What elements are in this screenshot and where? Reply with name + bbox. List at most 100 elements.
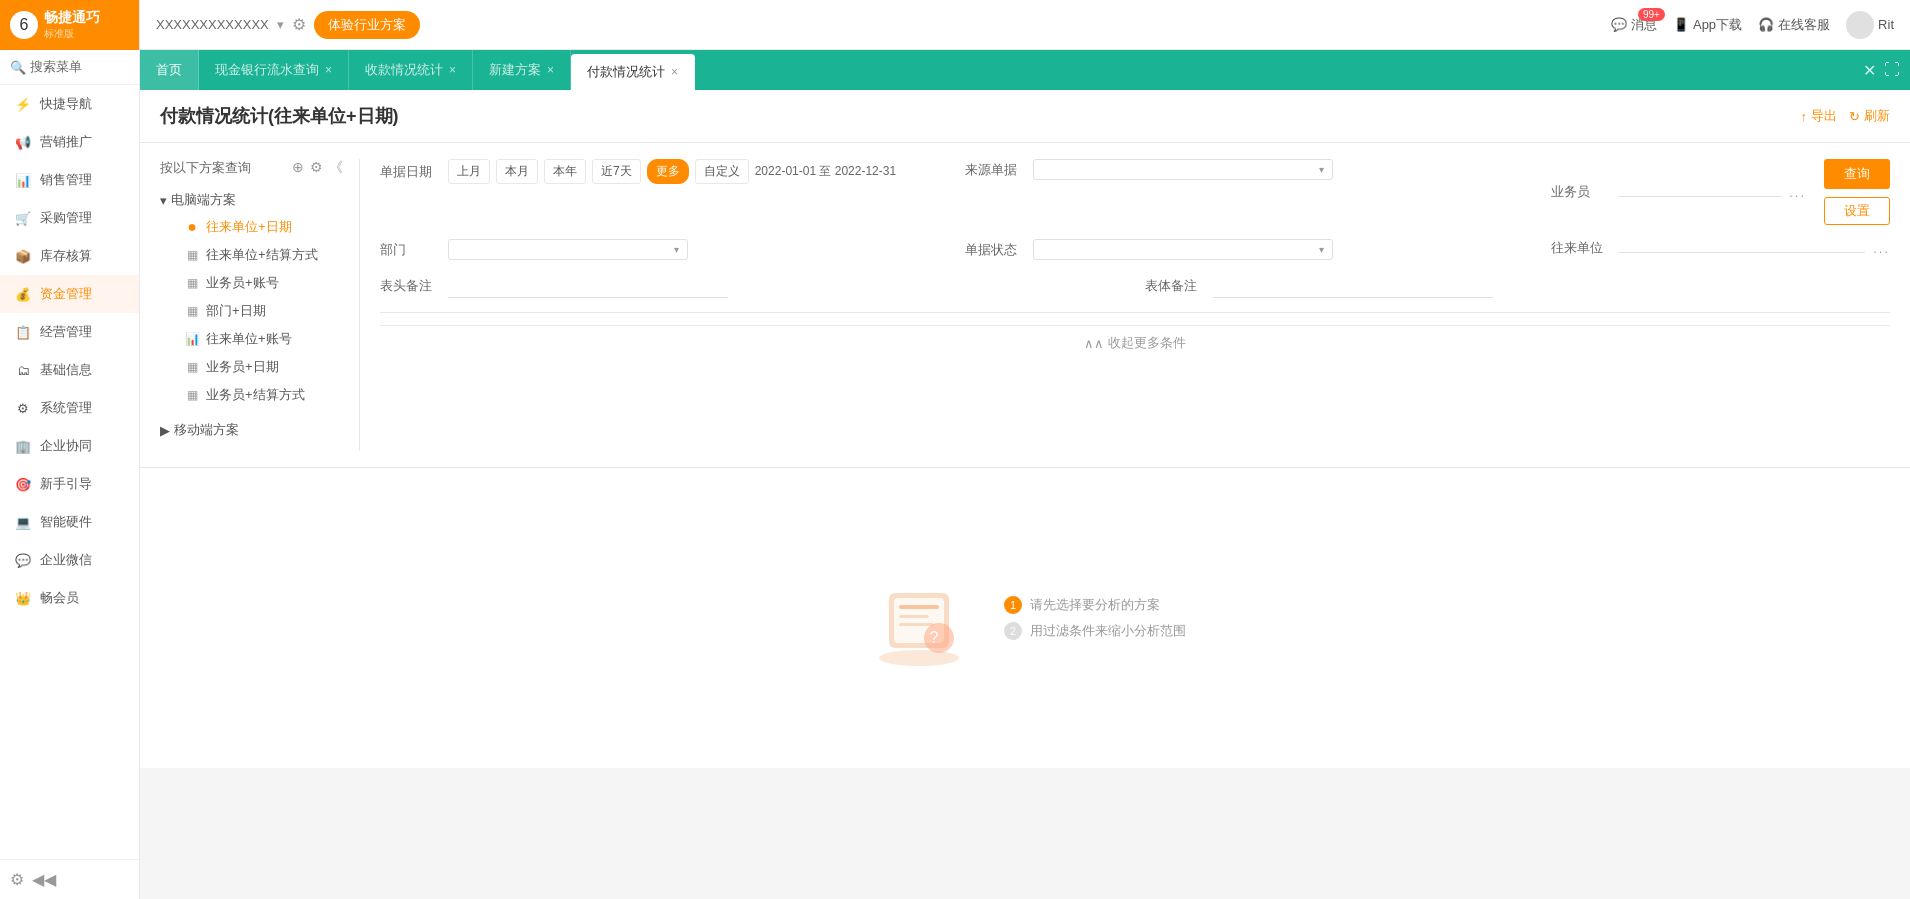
tab-home-label: 首页 [156,61,182,79]
scheme-item-salesman-settle[interactable]: ▦ 业务员+结算方式 [176,381,343,409]
page-content: 付款情况统计(往来单位+日期) ↑ 导出 ↻ 刷新 按以下方案查询 ⊕ [140,90,1910,899]
salesman-input-area [1619,188,1781,197]
sidebar-item-sales[interactable]: 📊 销售管理 [0,161,139,199]
this-month-btn[interactable]: 本月 [496,159,538,184]
tab-bank-close[interactable]: × [325,63,332,77]
sidebar-item-guide[interactable]: 🎯 新手引导 [0,465,139,503]
user-avatar-action[interactable]: Rit [1846,11,1894,39]
svg-rect-4 [899,615,929,618]
company-name: XXXXXXXXXXXXX [156,17,269,32]
sidebar-item-member[interactable]: 👑 畅会员 [0,579,139,617]
tab-home[interactable]: 首页 [140,50,199,90]
tab-new-scheme[interactable]: 新建方案 × [473,50,571,90]
service-action[interactable]: 🎧 在线客服 [1758,16,1830,34]
search-menu[interactable]: 🔍 搜索菜单 [0,50,139,85]
close-all-tabs-icon[interactable]: ✕ [1863,61,1876,80]
status-select[interactable]: ▾ [1033,239,1333,260]
source-select[interactable]: ▾ [1033,159,1333,180]
settings-bottom-icon[interactable]: ⚙ [10,870,24,889]
tab-payment-stat-close[interactable]: × [671,65,678,79]
app-download-action[interactable]: 📱 App下载 [1673,16,1742,34]
sidebar-item-system[interactable]: ⚙ 系统管理 [0,389,139,427]
sidebar-item-corp[interactable]: 🏢 企业协同 [0,427,139,465]
tab-income[interactable]: 收款情况统计 × [349,50,473,90]
scheme-item-counterpart-account[interactable]: 📊 往来单位+账号 [176,325,343,353]
sidebar-nav: ⚡ 快捷导航 📢 营销推广 📊 销售管理 🛒 采购管理 📦 库存核算 💰 资金管… [0,85,139,859]
scheme-query-label: 按以下方案查询 [160,159,251,177]
last-7-btn[interactable]: 近7天 [592,159,641,184]
message-badge: 99+ [1638,8,1665,21]
sidebar-item-wechat[interactable]: 💬 企业微信 [0,541,139,579]
logo-sub: 标准版 [44,27,100,41]
header-right: 💬 消息 99+ 📱 App下载 🎧 在线客服 Rit [1611,11,1894,39]
tab-bank[interactable]: 现金银行流水查询 × [199,50,349,90]
setting-btn[interactable]: 设置 [1824,197,1890,225]
date-range-display: 2022-01-01 至 2022-12-31 [755,163,896,180]
tab-income-close[interactable]: × [449,63,456,77]
last-month-btn[interactable]: 上月 [448,159,490,184]
system-icon: ⚙ [14,399,32,417]
scheme-item-counterpart-settle[interactable]: ▦ 往来单位+结算方式 [176,241,343,269]
query-setting-area: 查询 设置 [1824,159,1890,225]
expand-icon[interactable]: ⛶ [1884,61,1900,79]
dept-arrow-icon: ▾ [674,244,679,255]
sidebar-item-purchase[interactable]: 🛒 采购管理 [0,199,139,237]
add-scheme-btn[interactable]: ⊕ [292,159,304,177]
sidebar-item-operations[interactable]: 📋 经营管理 [0,313,139,351]
this-year-btn[interactable]: 本年 [544,159,586,184]
body-note-input[interactable] [1213,274,1493,298]
svg-point-0 [879,650,959,666]
sidebar-item-hardware[interactable]: 💻 智能硬件 [0,503,139,541]
header-note-input[interactable] [448,274,728,298]
sidebar-item-inventory[interactable]: 📦 库存核算 [0,237,139,275]
scheme-item-icon-2: ▦ [184,303,200,319]
date-label: 单据日期 [380,163,440,181]
tab-new-scheme-close[interactable]: × [547,63,554,77]
filter-area: 按以下方案查询 ⊕ ⚙ 《 ▾ 电脑端方案 ● 往来 [140,143,1910,468]
scheme-item-dept-date[interactable]: ▦ 部门+日期 [176,297,343,325]
sidebar-item-basic[interactable]: 🗂 基础信息 [0,351,139,389]
scheme-item-active-icon: ● [184,219,200,235]
sales-icon: 📊 [14,171,32,189]
query-btn[interactable]: 查询 [1824,159,1890,189]
collapse-sidebar-icon[interactable]: ◀◀ [32,870,56,889]
tab-payment-stat[interactable]: 付款情况统计 × [571,54,695,90]
scheme-item-salesman-date[interactable]: ▦ 业务员+日期 [176,353,343,381]
source-arrow-icon: ▾ [1319,164,1324,175]
header-note-label: 表头备注 [380,277,440,295]
salesman-dots-btn[interactable]: ... [1789,185,1806,200]
company-dropdown-icon[interactable]: ▾ [277,17,284,32]
counterpart-input-area [1619,244,1865,253]
refresh-btn[interactable]: ↻ 刷新 [1849,107,1890,125]
scheme-item-salesman-account[interactable]: ▦ 业务员+账号 [176,269,343,297]
dept-select[interactable]: ▾ [448,239,688,260]
sidebar-item-finance[interactable]: 💰 资金管理 [0,275,139,313]
sidebar-bottom: ⚙ ◀◀ [0,859,139,899]
basic-icon: 🗂 [14,361,32,379]
scheme-section-pc-title[interactable]: ▾ 电脑端方案 [160,187,343,213]
collapse-more-btn[interactable]: ∧∧ 收起更多条件 [380,325,1890,360]
scheme-section-mobile-title[interactable]: ▶ 移动端方案 [160,417,343,443]
counterpart-dots-btn[interactable]: ... [1873,241,1890,256]
message-action[interactable]: 💬 消息 99+ [1611,16,1657,34]
more-btn[interactable]: 更多 [647,159,689,184]
scheme-settings-btn[interactable]: ⚙ [310,159,323,177]
export-icon: ↑ [1801,109,1808,124]
empty-state: ? 1 请先选择要分析的方案 2 用过滤条件来缩小分析范围 [140,468,1910,768]
collapse-scheme-btn[interactable]: 《 [329,159,343,177]
scheme-item-icon-5: ▦ [184,387,200,403]
service-icon: 🎧 [1758,17,1774,32]
scheme-item-counterpart-date[interactable]: ● 往来单位+日期 [176,213,343,241]
scheme-panel-header-actions: ⊕ ⚙ 《 [292,159,343,177]
collapse-area: ∧∧ 收起更多条件 [380,312,1890,360]
sidebar-item-marketing[interactable]: 📢 营销推广 [0,123,139,161]
settings-icon[interactable]: ⚙ [292,15,306,34]
trial-btn[interactable]: 体验行业方案 [314,11,420,39]
sidebar-item-quick-nav[interactable]: ⚡ 快捷导航 [0,85,139,123]
svg-point-6 [924,623,954,653]
salesman-label: 业务员 [1551,183,1611,201]
dept-label: 部门 [380,241,440,259]
export-btn[interactable]: ↑ 导出 [1801,107,1838,125]
finance-icon: 💰 [14,285,32,303]
custom-btn[interactable]: 自定义 [695,159,749,184]
